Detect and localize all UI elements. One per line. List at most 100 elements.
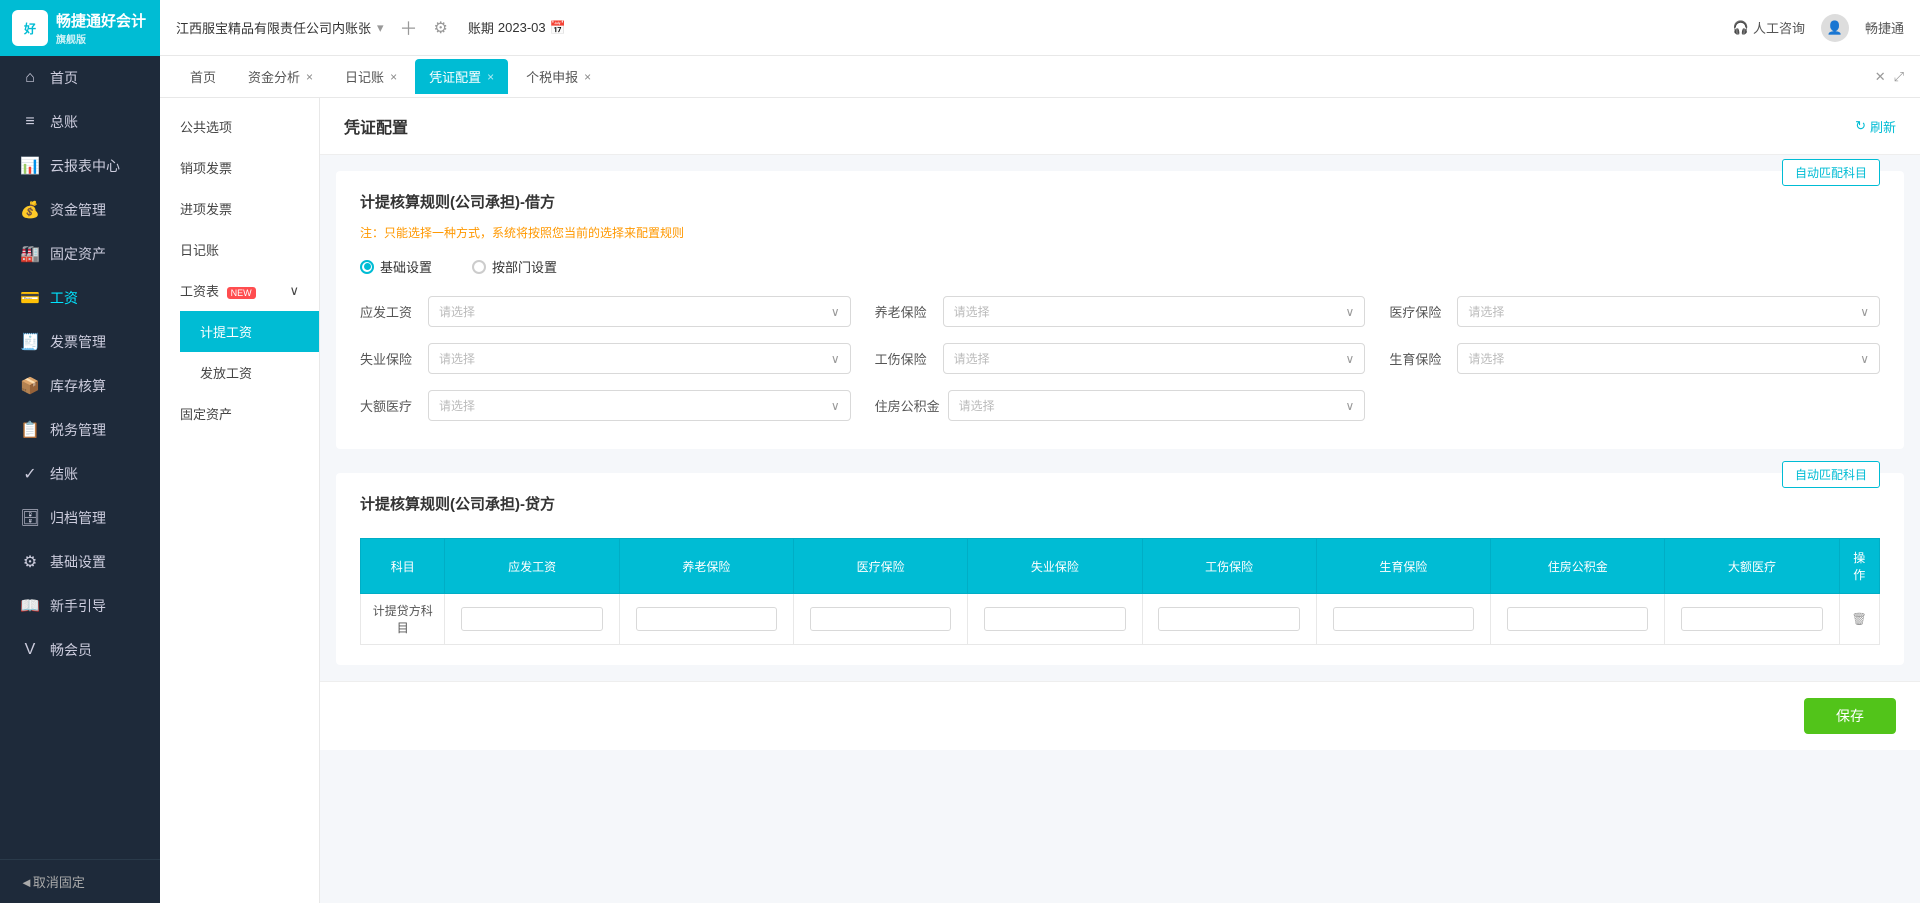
- cell-maternity-input[interactable]: [1316, 594, 1490, 645]
- company-selector[interactable]: 江西服宝精品有限责任公司内账张 ▾: [176, 18, 384, 37]
- select-housing-fund-arrow: ∨: [1346, 399, 1355, 413]
- nav-salary-table-group[interactable]: 工资表 NEW ∨: [160, 270, 319, 311]
- guide-icon: 📖: [20, 596, 40, 616]
- input-salary[interactable]: [461, 607, 603, 631]
- field-maternity: 生育保险 请选择 ∨: [1389, 343, 1880, 374]
- close-tab-tax-report[interactable]: ×: [584, 70, 591, 84]
- tab-tax-report[interactable]: 个税申报 ×: [512, 59, 605, 94]
- sidebar-item-report[interactable]: 📊 云报表中心: [0, 144, 160, 188]
- expand-icon[interactable]: ⤢: [1894, 69, 1904, 85]
- radio-dept-circle: [472, 260, 486, 274]
- select-unemployment-arrow: ∨: [831, 352, 840, 366]
- input-housing-fund[interactable]: [1507, 607, 1649, 631]
- headset-icon: 🎧: [1733, 20, 1749, 36]
- close-all-icon[interactable]: ✕: [1875, 69, 1886, 85]
- salary-icon: 💳: [20, 288, 40, 308]
- select-medical[interactable]: 请选择 ∨: [1457, 296, 1880, 327]
- tab-home[interactable]: 首页: [176, 59, 230, 94]
- close-tab-journal[interactable]: ×: [390, 70, 397, 84]
- calendar-icon: 📅: [550, 20, 566, 36]
- save-button[interactable]: 保存: [1804, 698, 1896, 734]
- select-salary-arrow: ∨: [831, 305, 840, 319]
- sidebar-item-salary[interactable]: 💳 工资: [0, 276, 160, 320]
- select-salary[interactable]: 请选择 ∨: [428, 296, 851, 327]
- nav-journal[interactable]: 日记账: [160, 229, 319, 270]
- nav-sales-invoice[interactable]: 销项发票: [160, 147, 319, 188]
- save-bar: 保存: [320, 681, 1920, 750]
- input-large-medical[interactable]: [1681, 607, 1823, 631]
- label-large-medical: 大额医疗: [360, 396, 420, 415]
- sidebar-item-ledger[interactable]: ≡ 总账: [0, 100, 160, 144]
- field-unemployment: 失业保险 请选择 ∨: [360, 343, 851, 374]
- radio-dept[interactable]: 按部门设置: [472, 257, 557, 276]
- nav-fixed-assets[interactable]: 固定资产: [160, 393, 319, 434]
- archive-icon: 🗄: [20, 508, 40, 528]
- radio-basic[interactable]: 基础设置: [360, 257, 432, 276]
- field-medical: 医疗保险 请选择 ∨: [1389, 296, 1880, 327]
- cancel-fixed-button[interactable]: ◄取消固定: [0, 859, 160, 903]
- tab-fund-analysis[interactable]: 资金分析 ×: [234, 59, 327, 94]
- sidebar-item-archive[interactable]: 🗄 归档管理: [0, 496, 160, 540]
- cell-large-medical-input[interactable]: [1665, 594, 1839, 645]
- settings-gear-icon[interactable]: ⚙: [434, 18, 448, 38]
- settle-icon: ✓: [20, 464, 40, 484]
- company-name: 江西服宝精品有限责任公司内账张: [176, 18, 371, 37]
- sidebar-item-guide[interactable]: 📖 新手引导: [0, 584, 160, 628]
- add-tab-button[interactable]: ＋: [396, 15, 422, 41]
- sidebar-item-asset[interactable]: 🏭 固定资产: [0, 232, 160, 276]
- select-pension[interactable]: 请选择 ∨: [943, 296, 1366, 327]
- input-unemployment[interactable]: [984, 607, 1126, 631]
- field-pension: 养老保险 请选择 ∨: [875, 296, 1366, 327]
- section1-title: 计提核算规则(公司承担)-借方: [360, 191, 555, 212]
- field-salary: 应发工资 请选择 ∨: [360, 296, 851, 327]
- nav-purchase-invoice[interactable]: 进项发票: [160, 188, 319, 229]
- cell-pension-input[interactable]: [619, 594, 793, 645]
- input-maternity[interactable]: [1333, 607, 1475, 631]
- col-maternity: 生育保险: [1316, 539, 1490, 594]
- vip-icon: V: [20, 641, 40, 659]
- cell-unemployment-input[interactable]: [968, 594, 1142, 645]
- close-tab-fund-analysis[interactable]: ×: [306, 70, 313, 84]
- inventory-icon: 📦: [20, 376, 40, 396]
- select-injury[interactable]: 请选择 ∨: [943, 343, 1366, 374]
- nav-calc-salary[interactable]: 计提工资: [180, 311, 319, 352]
- select-maternity[interactable]: 请选择 ∨: [1457, 343, 1880, 374]
- section-debit-rules: 计提核算规则(公司承担)-借方 自动匹配科目 注：只能选择一种方式，系统将按照您…: [336, 171, 1904, 449]
- nav-pay-salary[interactable]: 发放工资: [180, 352, 319, 393]
- cell-injury-input[interactable]: [1142, 594, 1316, 645]
- auto-match-credit-button[interactable]: 自动匹配科目: [1782, 461, 1880, 488]
- sidebar-item-settle[interactable]: ✓ 结账: [0, 452, 160, 496]
- tab-journal[interactable]: 日记账 ×: [331, 59, 411, 94]
- sidebar-item-invoice[interactable]: 🧾 发票管理: [0, 320, 160, 364]
- select-injury-arrow: ∨: [1346, 352, 1355, 366]
- period-selector[interactable]: 账期 2023-03 📅: [468, 18, 566, 37]
- cell-delete[interactable]: 🗑: [1839, 594, 1879, 645]
- nav-sub-items: 计提工资 发放工资: [160, 311, 319, 393]
- sidebar-item-vip[interactable]: V 畅会员: [0, 628, 160, 672]
- sidebar-item-inventory[interactable]: 📦 库存核算: [0, 364, 160, 408]
- close-tab-voucher-config[interactable]: ×: [487, 70, 494, 84]
- sidebar-item-fund[interactable]: 💰 资金管理: [0, 188, 160, 232]
- company-arrow-icon: ▾: [377, 20, 384, 36]
- select-housing-fund[interactable]: 请选择 ∨: [948, 390, 1366, 421]
- sidebar-item-tax[interactable]: 📋 税务管理: [0, 408, 160, 452]
- nav-public[interactable]: 公共选项: [160, 106, 319, 147]
- cell-salary-input[interactable]: [445, 594, 619, 645]
- select-unemployment[interactable]: 请选择 ∨: [428, 343, 851, 374]
- refresh-button[interactable]: ↻ 刷新: [1855, 117, 1896, 136]
- section-credit-rules: 计提核算规则(公司承担)-贷方 自动匹配科目 科目 应发工资 养老保险 医疗保险…: [336, 473, 1904, 665]
- input-injury[interactable]: [1158, 607, 1300, 631]
- cell-housing-fund-input[interactable]: [1491, 594, 1665, 645]
- radio-group: 基础设置 按部门设置: [360, 257, 1880, 276]
- sidebar-item-settings[interactable]: ⚙ 基础设置: [0, 540, 160, 584]
- select-large-medical[interactable]: 请选择 ∨: [428, 390, 851, 421]
- input-medical[interactable]: [810, 607, 952, 631]
- cell-medical-input[interactable]: [794, 594, 968, 645]
- select-pension-arrow: ∨: [1346, 305, 1355, 319]
- sidebar-item-home[interactable]: ⌂ 首页: [0, 56, 160, 100]
- service-button[interactable]: 🎧 人工咨询: [1733, 18, 1805, 37]
- tab-voucher-config[interactable]: 凭证配置 ×: [415, 59, 508, 94]
- col-injury: 工伤保险: [1142, 539, 1316, 594]
- auto-match-debit-button[interactable]: 自动匹配科目: [1782, 159, 1880, 186]
- input-pension[interactable]: [636, 607, 778, 631]
